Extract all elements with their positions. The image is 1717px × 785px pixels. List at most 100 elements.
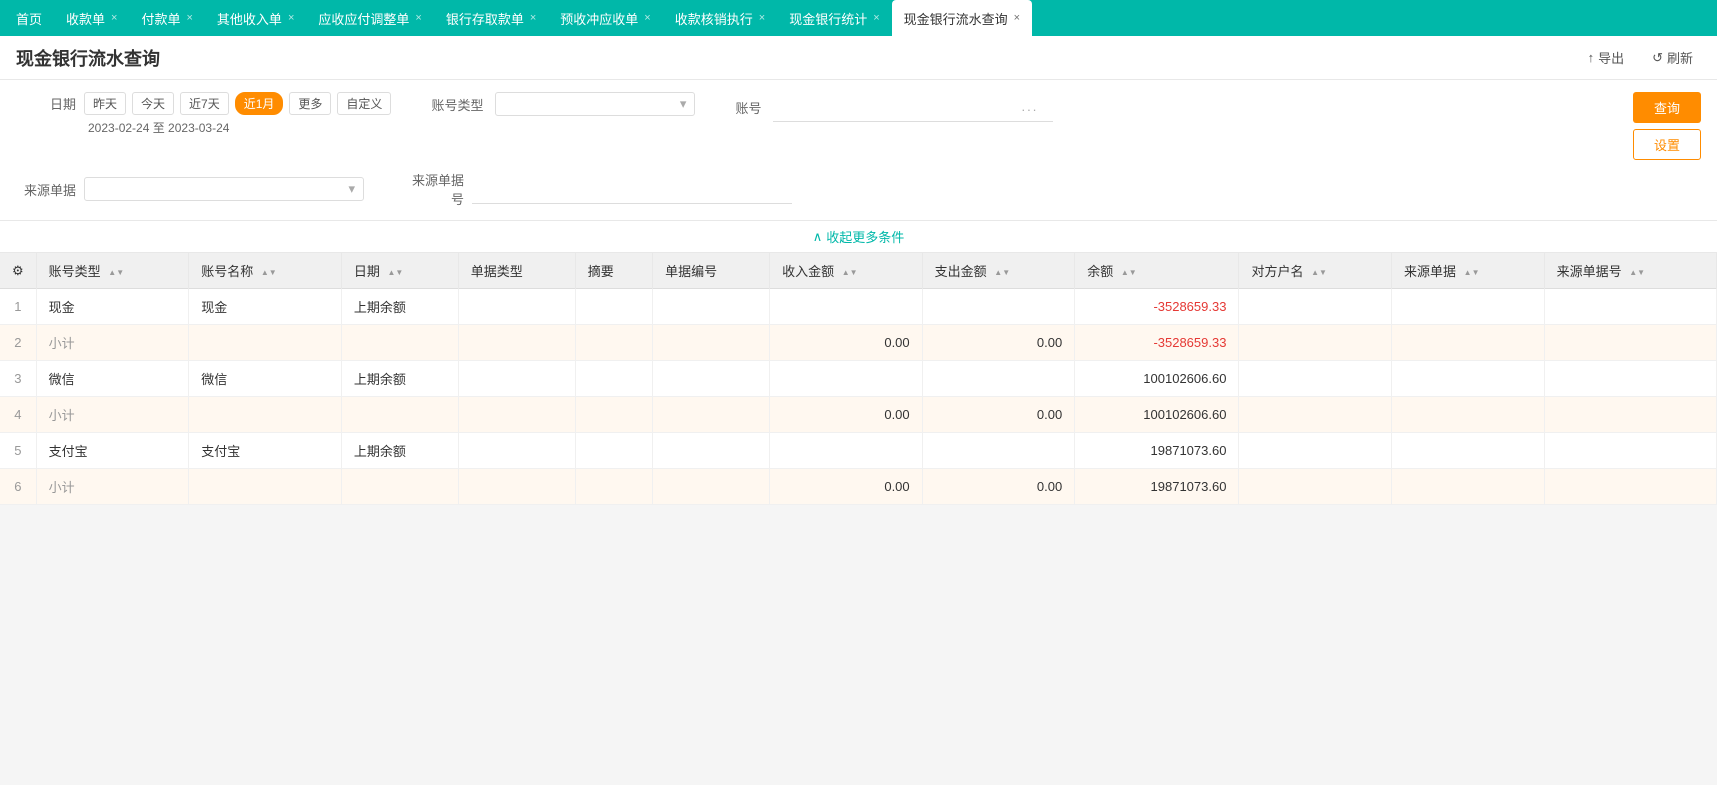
close-icon-3[interactable]: × [415,12,421,24]
chevron-up-icon: ∧ [813,229,823,245]
nav-item-1[interactable]: 付款单 × [129,0,204,36]
th-doc-no[interactable]: 单据编号 [653,253,770,289]
cell-row-num: 3 [0,361,36,397]
nav-item-0[interactable]: 收款单 × [54,0,129,36]
th-date[interactable]: 日期 ▲▼ [341,253,458,289]
cell-counterparty [1239,361,1392,397]
right-buttons: 查询 设置 [1633,92,1701,160]
th-income-label: 收入金额 [782,264,834,279]
nav-item-3[interactable]: 应收应付调整单 × [306,0,433,36]
cell-account-name [189,325,342,361]
th-expense[interactable]: 支出金额 ▲▼ [922,253,1075,289]
date-btn-today[interactable]: 今天 [132,92,174,115]
cell-summary [575,289,652,325]
cell-expense [922,361,1075,397]
cell-account-type: 小计 [36,397,189,433]
th-source-doc[interactable]: 来源单据 ▲▼ [1392,253,1545,289]
account-input[interactable] [781,95,1021,118]
th-income[interactable]: 收入金额 ▲▼ [770,253,923,289]
cell-income: 0.00 [770,469,923,505]
account-type-filter: 账号类型 ▾ [431,92,695,116]
nav-item-5[interactable]: 预收冲应收单 × [548,0,662,36]
cell-account-name: 现金 [189,289,342,325]
th-date-label: 日期 [354,264,380,279]
account-filter: 账号 ... [735,92,1053,122]
cell-source-doc-no [1544,433,1716,469]
cell-source-doc [1392,433,1545,469]
cell-row-num: 2 [0,325,36,361]
table-row: 6 小计 0.00 0.00 19871073.60 [0,469,1717,505]
cell-row-num: 4 [0,397,36,433]
date-btn-7days[interactable]: 近7天 [180,92,229,115]
th-account-name[interactable]: 账号名称 ▲▼ [189,253,342,289]
cell-doc-type [458,289,575,325]
source-doc-filter: 来源单据 ▾ [16,177,364,201]
top-nav: 首页 收款单 × 付款单 × 其他收入单 × 应收应付调整单 × 银行存取款单 … [0,0,1717,36]
nav-item-4[interactable]: 银行存取款单 × [434,0,548,36]
th-summary[interactable]: 摘要 [575,253,652,289]
th-balance[interactable]: 余额 ▲▼ [1075,253,1239,289]
account-type-select[interactable]: ▾ [495,92,695,116]
date-btn-more[interactable]: 更多 [289,92,331,115]
refresh-button[interactable]: ↺ 刷新 [1644,44,1701,71]
th-counterparty[interactable]: 对方户名 ▲▼ [1239,253,1392,289]
cell-account-name: 支付宝 [189,433,342,469]
close-icon-6[interactable]: × [759,12,765,24]
export-icon: ↑ [1588,50,1595,65]
cell-doc-no [653,361,770,397]
source-doc-select[interactable]: ▾ [84,177,364,201]
date-label: 日期 [16,94,76,113]
close-icon-1[interactable]: × [186,12,192,24]
nav-item-7[interactable]: 现金银行统计 × [777,0,891,36]
cell-account-type: 微信 [36,361,189,397]
cell-income [770,433,923,469]
close-icon-2[interactable]: × [288,12,294,24]
header-actions: ↑ 导出 ↺ 刷新 [1580,44,1701,71]
cell-source-doc-no [1544,397,1716,433]
source-doc-label: 来源单据 [16,180,76,199]
nav-item-6[interactable]: 收款核销执行 × [663,0,777,36]
cell-income: 0.00 [770,325,923,361]
close-icon-7[interactable]: × [873,12,879,24]
nav-home[interactable]: 首页 [4,0,54,36]
cell-account-name [189,397,342,433]
collapse-bar[interactable]: ∧ 收起更多条件 [0,221,1717,253]
th-gear[interactable]: ⚙ [0,253,36,289]
th-source-doc-no[interactable]: 来源单据号 ▲▼ [1544,253,1716,289]
cell-account-type: 小计 [36,325,189,361]
date-options: 昨天 今天 近7天 近1月 更多 自定义 [84,92,391,115]
source-doc-num-filter: 来源单据号 [404,170,792,208]
table-row: 4 小计 0.00 0.00 100102606.60 [0,397,1717,433]
cell-expense [922,289,1075,325]
dots-menu[interactable]: ... [1021,99,1038,114]
query-button[interactable]: 查询 [1633,92,1701,123]
settings-button[interactable]: 设置 [1633,129,1701,160]
cell-balance: -3528659.33 [1075,325,1239,361]
account-input-wrapper: ... [773,92,1053,122]
export-button[interactable]: ↑ 导出 [1580,44,1633,71]
close-icon-4[interactable]: × [530,12,536,24]
close-icon-5[interactable]: × [644,12,650,24]
source-doc-num-input[interactable] [480,177,770,200]
cell-income [770,289,923,325]
cell-doc-no [653,397,770,433]
nav-item-8[interactable]: 现金银行流水查询 × [892,0,1032,36]
sort-icon-date: ▲▼ [387,268,403,277]
data-table: ⚙ 账号类型 ▲▼ 账号名称 ▲▼ 日期 ▲▼ 单据类型 摘要 [0,253,1717,505]
cell-balance: 100102606.60 [1075,397,1239,433]
date-btn-custom[interactable]: 自定义 [337,92,391,115]
date-btn-yesterday[interactable]: 昨天 [84,92,126,115]
cell-summary [575,469,652,505]
th-doc-type[interactable]: 单据类型 [458,253,575,289]
close-icon-0[interactable]: × [111,12,117,24]
th-expense-label: 支出金额 [935,264,987,279]
cell-counterparty [1239,325,1392,361]
nav-item-2[interactable]: 其他收入单 × [205,0,306,36]
th-doc-no-label: 单据编号 [665,264,717,279]
th-account-type[interactable]: 账号类型 ▲▼ [36,253,189,289]
date-btn-1month[interactable]: 近1月 [235,92,284,115]
close-icon-8[interactable]: × [1014,12,1020,24]
source-doc-dropdown-icon: ▾ [348,181,355,197]
table-container: ⚙ 账号类型 ▲▼ 账号名称 ▲▼ 日期 ▲▼ 单据类型 摘要 [0,253,1717,505]
dropdown-icon: ▾ [680,96,687,112]
